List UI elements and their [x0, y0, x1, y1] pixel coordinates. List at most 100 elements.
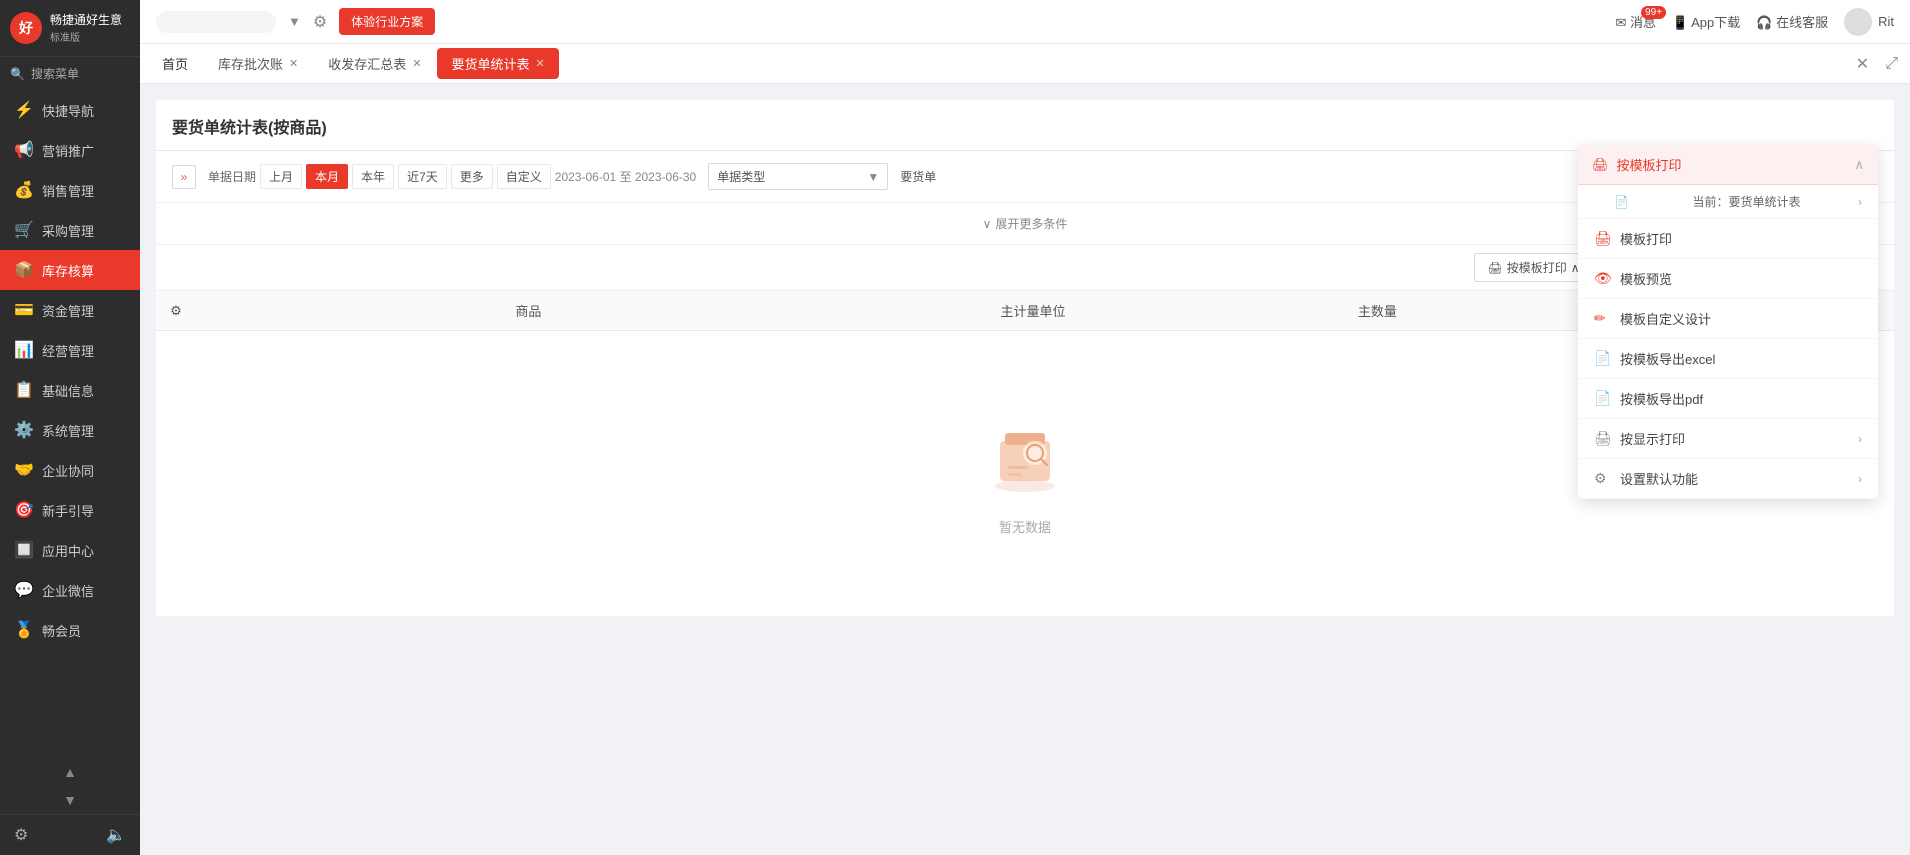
col-settings[interactable]: ⚙	[156, 303, 196, 319]
dropdown-close-icon[interactable]: ∧	[1854, 157, 1864, 173]
tab-bar: 首页 库存批次账 ✕ 收发存汇总表 ✕ 要货单统计表 ✕ ✕ ⤢	[140, 44, 1910, 84]
date-btn-current-month[interactable]: 本月	[306, 164, 348, 189]
display-print-icon: 🖨	[1594, 430, 1612, 447]
topbar-search-input[interactable]	[156, 11, 276, 33]
date-btn-custom[interactable]: 自定义	[497, 164, 551, 189]
sidebar-footer: ⚙ 🔈	[0, 814, 140, 855]
page-title: 要货单统计表(按商品)	[172, 114, 1878, 138]
online-service-button[interactable]: 🎧 在线客服	[1756, 12, 1828, 31]
tab-close-window[interactable]: ✕	[1852, 52, 1873, 76]
sidebar-item-system[interactable]: ⚙️ 系统管理	[0, 410, 140, 450]
sidebar-item-inventory[interactable]: 📦 库存核算	[0, 250, 140, 290]
sidebar-item-operations[interactable]: 📊 经营管理	[0, 330, 140, 370]
sidebar-item-quick-nav[interactable]: ⚡ 快捷导航	[0, 90, 140, 130]
export-excel-icon: 📄	[1594, 350, 1612, 367]
sidebar-item-label: 基础信息	[42, 381, 94, 400]
tab-expand-window[interactable]: ⤢	[1881, 53, 1902, 75]
sidebar-item-label: 资金管理	[42, 301, 94, 320]
tab-order-stats-close[interactable]: ✕	[536, 57, 545, 70]
order-item-label: 要货单	[900, 168, 936, 185]
date-btn-current-year[interactable]: 本年	[352, 164, 394, 189]
trial-button[interactable]: 体验行业方案	[339, 8, 435, 35]
tab-inventory-batch[interactable]: 库存批次账 ✕	[204, 48, 312, 79]
sound-footer-icon[interactable]: 🔈	[106, 825, 126, 845]
content-wrapper: 要货单统计表(按商品) » 单据日期 上月 本月 本年 近7天 更多 自定义 2…	[156, 100, 1894, 616]
export-excel-label: 按模板导出excel	[1620, 349, 1715, 368]
dropdown-section-display-print[interactable]: 🖨 按显示打印 ›	[1578, 419, 1878, 459]
sidebar-scroll-up[interactable]: ▲	[0, 758, 140, 786]
sales-icon: 💰	[14, 180, 34, 200]
sidebar-item-member[interactable]: 🏅 畅会员	[0, 610, 140, 650]
app-name: 畅捷通好生意	[50, 12, 122, 29]
settings-footer-icon[interactable]: ⚙	[14, 825, 28, 845]
sidebar-item-marketing[interactable]: 📢 营销推广	[0, 130, 140, 170]
sidebar-item-label: 采购管理	[42, 221, 94, 240]
filter-expand-button[interactable]: »	[172, 165, 196, 189]
tab-order-stats[interactable]: 要货单统计表 ✕	[437, 48, 558, 79]
collab-icon: 🤝	[14, 460, 34, 480]
print-template-label: 按模板打印	[1507, 259, 1567, 276]
set-default-arrow: ›	[1858, 472, 1862, 486]
print-template-button[interactable]: 🖨 按模板打印 ∧	[1474, 253, 1592, 282]
sidebar-item-wechat[interactable]: 💬 企业微信	[0, 570, 140, 610]
message-badge: 99+	[1641, 6, 1666, 19]
dropdown-item-template-custom[interactable]: ✏ 模板自定义设计	[1578, 299, 1878, 339]
dropdown-header: 🖨 按模板打印 ∧	[1578, 145, 1878, 185]
sidebar-item-label: 系统管理	[42, 421, 94, 440]
sidebar-search-item[interactable]: 🔍 搜索菜单	[0, 57, 140, 90]
export-pdf-label: 按模板导出pdf	[1620, 389, 1703, 408]
sidebar-search-label: 搜索菜单	[31, 65, 79, 82]
sidebar-item-guide[interactable]: 🎯 新手引导	[0, 490, 140, 530]
expand-more-label: 展开更多条件	[995, 215, 1067, 232]
expand-more-button[interactable]: ∨ 展开更多条件	[971, 211, 1080, 236]
tab-home[interactable]: 首页	[148, 48, 202, 79]
date-label: 单据日期	[208, 168, 256, 185]
dropdown-section-set-default[interactable]: ⚙ 设置默认功能 ›	[1578, 459, 1878, 499]
sidebar-item-purchase[interactable]: 🛒 采购管理	[0, 210, 140, 250]
sidebar-scroll-down[interactable]: ▼	[0, 786, 140, 814]
date-btn-more[interactable]: 更多	[451, 164, 493, 189]
member-icon: 🏅	[14, 620, 34, 640]
sidebar-nav: ⚡ 快捷导航 📢 营销推广 💰 销售管理 🛒 采购管理 📦 库存核算 💳 资金管…	[0, 90, 140, 758]
print-template-dropdown: 🖨 按模板打印 ∧ 📄 当前：要货单统计表 › 🖨 模板打印	[1578, 145, 1878, 499]
current-template-label: 当前：要货单统计表	[1692, 193, 1800, 210]
sidebar-item-finance[interactable]: 💳 资金管理	[0, 290, 140, 330]
logo-text-block: 畅捷通好生意 标准版	[50, 12, 122, 44]
tab-inventory-batch-label: 库存批次账	[218, 54, 283, 73]
template-print-label: 模板打印	[1620, 229, 1672, 248]
tab-order-stats-label: 要货单统计表	[451, 54, 529, 73]
current-template-section[interactable]: 📄 当前：要货单统计表 ›	[1578, 185, 1878, 219]
current-template-icon: 📄	[1614, 195, 1629, 209]
sidebar-item-apps[interactable]: 🔲 应用中心	[0, 530, 140, 570]
message-button[interactable]: ✉ 消息 99+	[1616, 12, 1657, 31]
sidebar-item-label: 销售管理	[42, 181, 94, 200]
finance-icon: 💳	[14, 300, 34, 320]
tab-inventory-batch-close[interactable]: ✕	[289, 57, 298, 70]
dropdown-item-export-excel[interactable]: 📄 按模板导出excel	[1578, 339, 1878, 379]
user-profile[interactable]: Rit	[1844, 8, 1894, 36]
sidebar-item-collab[interactable]: 🤝 企业协同	[0, 450, 140, 490]
tab-receipt-summary-label: 收发存汇总表	[328, 54, 406, 73]
operations-icon: 📊	[14, 340, 34, 360]
tab-receipt-summary[interactable]: 收发存汇总表 ✕	[314, 48, 435, 79]
order-type-select[interactable]: 单据类型 ▼	[708, 163, 888, 190]
date-btn-7days[interactable]: 近7天	[398, 164, 447, 189]
online-service-label: 在线客服	[1776, 15, 1828, 30]
date-btn-prev-month[interactable]: 上月	[260, 164, 302, 189]
topbar-gear-icon[interactable]: ⚙	[313, 12, 327, 32]
sidebar-item-sales[interactable]: 💰 销售管理	[0, 170, 140, 210]
inventory-icon: 📦	[14, 260, 34, 280]
purchase-icon: 🛒	[14, 220, 34, 240]
app-download-button[interactable]: 📱 App下载	[1672, 12, 1740, 31]
col-goods: 商品	[196, 301, 861, 320]
topbar-chevron-icon[interactable]: ▼	[288, 14, 301, 29]
template-preview-icon: 👁	[1594, 270, 1612, 287]
dropdown-item-export-pdf[interactable]: 📄 按模板导出pdf	[1578, 379, 1878, 419]
dropdown-item-template-print[interactable]: 🖨 模板打印	[1578, 219, 1878, 259]
tab-receipt-summary-close[interactable]: ✕	[412, 57, 421, 70]
set-default-section-left: ⚙ 设置默认功能	[1594, 469, 1698, 488]
dropdown-item-template-preview[interactable]: 👁 模板预览	[1578, 259, 1878, 299]
current-template-arrow: ›	[1858, 195, 1862, 209]
sidebar-item-basic[interactable]: 📋 基础信息	[0, 370, 140, 410]
sidebar-item-label: 经营管理	[42, 341, 94, 360]
